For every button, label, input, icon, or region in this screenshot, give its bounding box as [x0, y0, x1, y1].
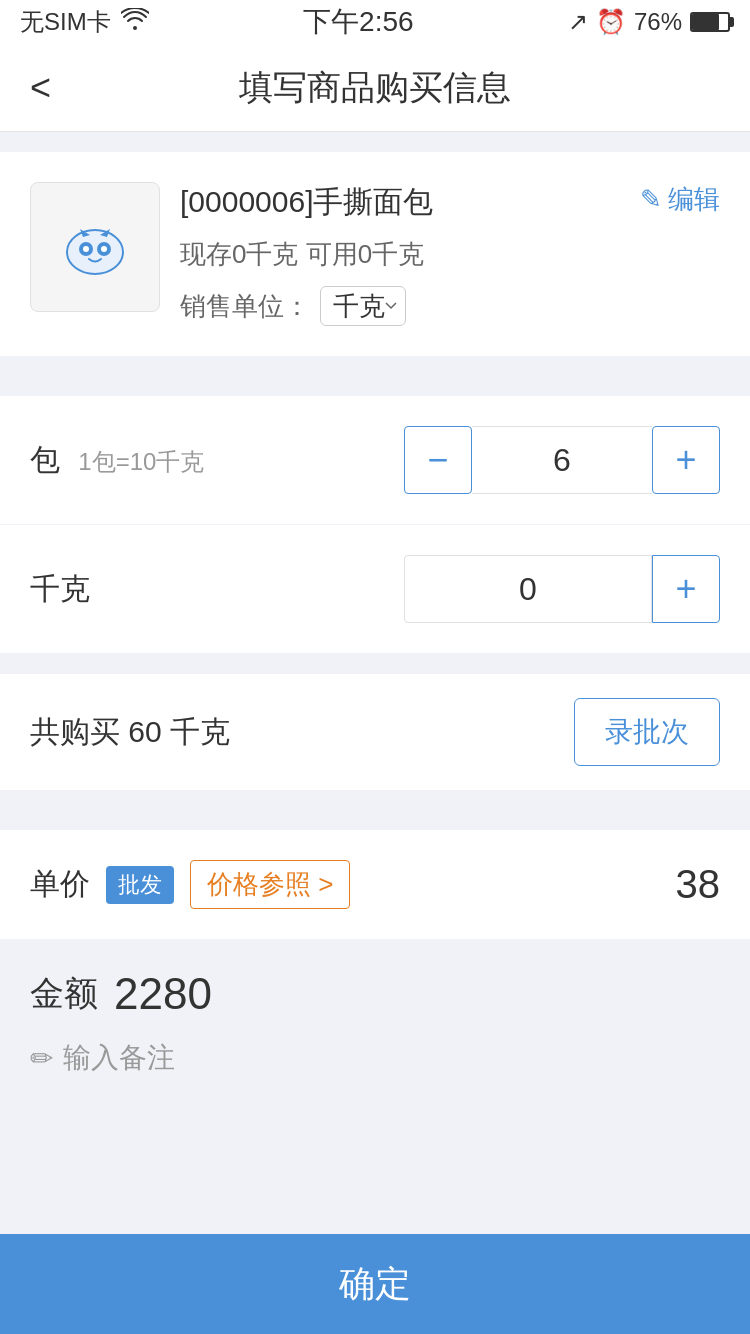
amount-label: 金额: [30, 971, 98, 1017]
price-value: 38: [676, 862, 721, 907]
page-title: 填写商品购买信息: [239, 65, 511, 111]
unit-label: 销售单位：: [180, 289, 310, 324]
note-row[interactable]: ✏ 输入备注: [30, 1039, 720, 1077]
divider-2: [0, 790, 750, 810]
nav-bar: < 填写商品购买信息: [0, 44, 750, 132]
quantity-section: 包 1包=10千克 − + 千克 +: [0, 396, 750, 654]
price-label: 单价: [30, 864, 90, 905]
bao-label: 包 1包=10千克: [30, 440, 404, 481]
note-placeholder: 输入备注: [63, 1039, 175, 1077]
bao-increase-button[interactable]: +: [652, 426, 720, 494]
bao-hint: 1包=10千克: [78, 448, 204, 475]
note-icon: ✏: [30, 1042, 53, 1075]
price-row: 单价 批发 价格参照 > 38: [30, 860, 720, 909]
confirm-button[interactable]: 确定: [0, 1234, 750, 1334]
bao-decrease-button[interactable]: −: [404, 426, 472, 494]
price-tag: 批发: [106, 866, 174, 904]
amount-section: 金额 2280 ✏ 输入备注: [0, 939, 750, 1107]
status-bar: 无SIM卡 下午2:56 ↗ ⏰ 76%: [0, 0, 750, 44]
summary-row: 共购买 60 千克 录批次: [0, 674, 750, 790]
alarm-icon: ⏰: [596, 8, 626, 36]
product-image: [30, 182, 160, 312]
product-name: [0000006]手撕面包: [180, 182, 720, 223]
battery-icon: [690, 12, 730, 32]
bao-quantity-control: − +: [404, 426, 720, 494]
edit-button[interactable]: ✎ 编辑: [640, 182, 720, 217]
kg-row: 千克 +: [0, 525, 750, 654]
record-batch-button[interactable]: 录批次: [574, 698, 720, 766]
amount-row: 金额 2280: [30, 969, 720, 1019]
kg-quantity-input[interactable]: [404, 555, 652, 623]
bao-row: 包 1包=10千克 − +: [0, 396, 750, 525]
price-left: 单价 批发 价格参照 >: [30, 860, 350, 909]
unit-select[interactable]: 千克 包: [320, 286, 406, 326]
battery-percent: 76%: [634, 8, 682, 36]
product-card: [0000006]手撕面包 现存0千克 可用0千克 销售单位： 千克 包 ✎ 编…: [0, 152, 750, 356]
svg-point-3: [83, 246, 89, 252]
location-icon: ↗: [568, 8, 588, 36]
edit-label: 编辑: [668, 182, 720, 217]
status-right: ↗ ⏰ 76%: [568, 8, 730, 36]
price-reference-button[interactable]: 价格参照 >: [190, 860, 350, 909]
price-section: 单价 批发 价格参照 > 38: [0, 830, 750, 939]
status-time: 下午2:56: [303, 3, 414, 41]
product-unit: 销售单位： 千克 包: [180, 286, 720, 326]
edit-icon: ✎: [640, 184, 662, 215]
product-stock: 现存0千克 可用0千克: [180, 237, 720, 272]
amount-value: 2280: [114, 969, 212, 1019]
summary-text: 共购买 60 千克: [30, 712, 230, 753]
kg-quantity-control: +: [404, 555, 720, 623]
status-left: 无SIM卡: [20, 6, 149, 38]
kg-label: 千克: [30, 569, 404, 610]
divider-1: [0, 356, 750, 376]
back-button[interactable]: <: [30, 67, 51, 109]
carrier-text: 无SIM卡: [20, 6, 111, 38]
kg-increase-button[interactable]: +: [652, 555, 720, 623]
svg-point-0: [67, 230, 123, 274]
svg-point-4: [101, 246, 107, 252]
wifi-icon: [121, 8, 149, 36]
bao-quantity-input[interactable]: [472, 426, 652, 494]
product-info: [0000006]手撕面包 现存0千克 可用0千克 销售单位： 千克 包: [180, 182, 720, 326]
